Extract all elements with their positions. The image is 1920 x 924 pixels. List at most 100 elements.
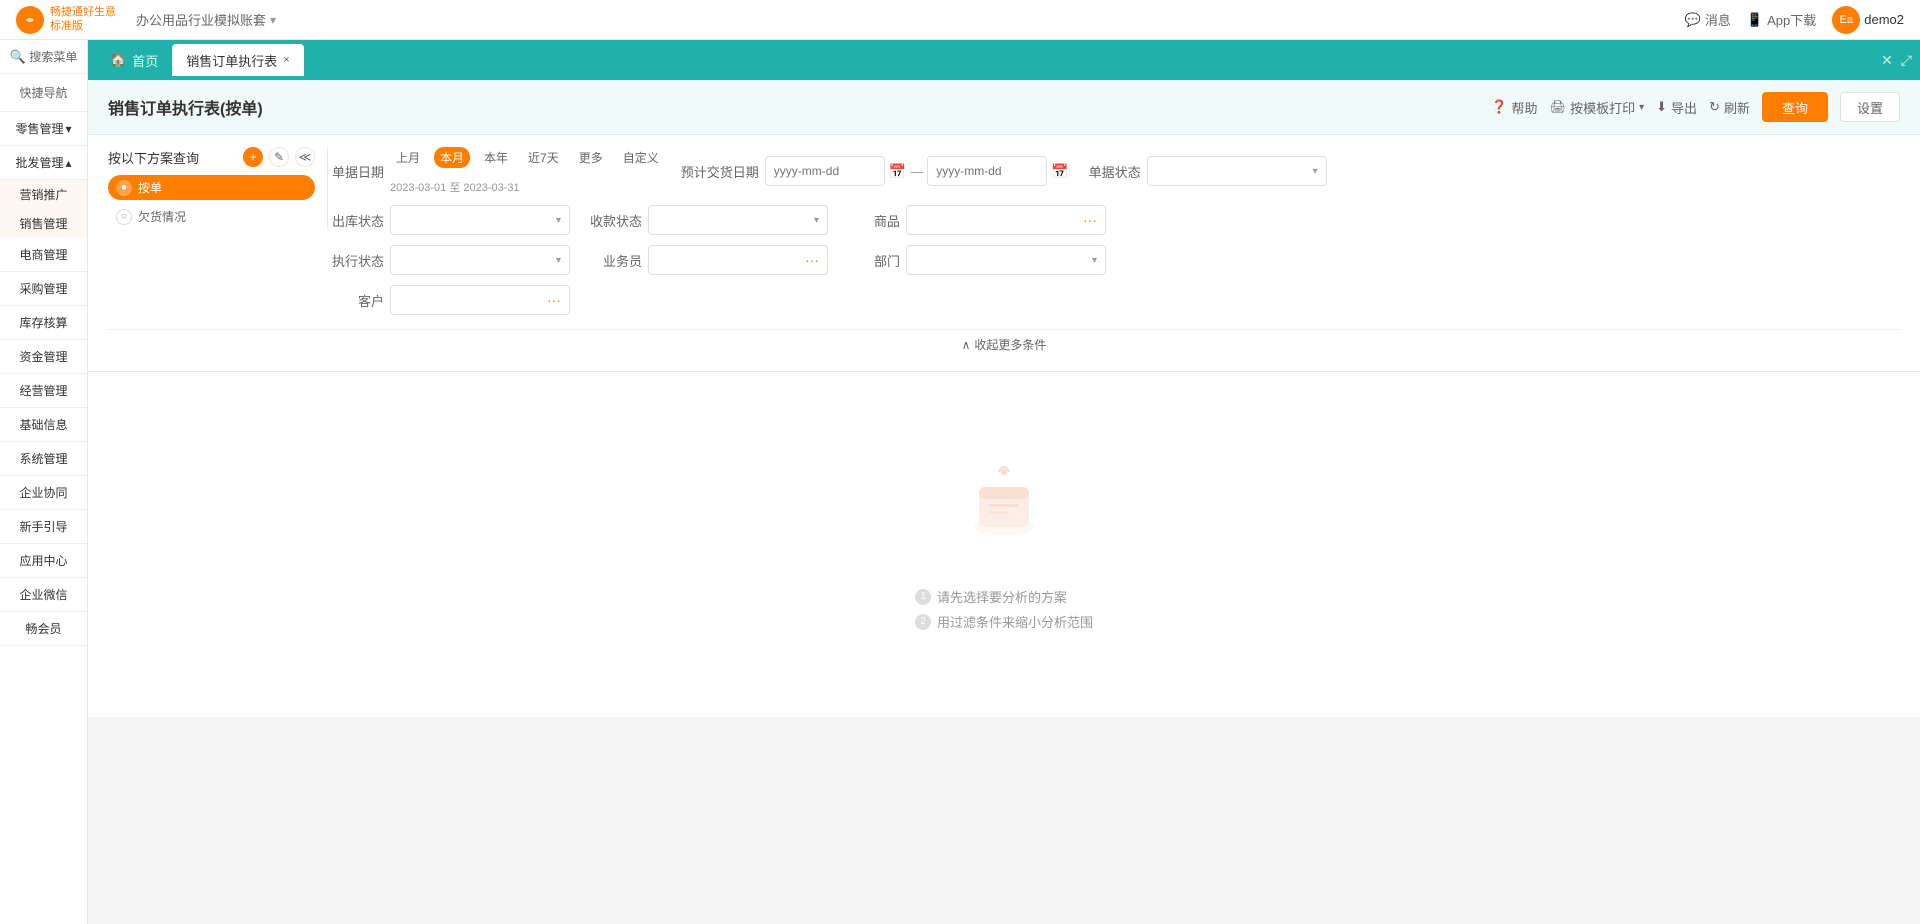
sidebar-sub-item-sales[interactable]: 销售管理 (0, 209, 87, 238)
goods-label: 商品 (844, 211, 900, 230)
sidebar-sub-item-marketing[interactable]: 营销推广 (0, 180, 87, 209)
sidebar-item-finance[interactable]: 资金管理 (0, 340, 87, 374)
predicted-date-start[interactable] (765, 156, 885, 186)
scheme-actions: + ✎ ≪ (243, 147, 315, 167)
order-status-select[interactable]: ▾ (1147, 156, 1327, 186)
sidebar-item-operations[interactable]: 经营管理 (0, 374, 87, 408)
preset-7days[interactable]: 近7天 (522, 147, 565, 168)
settings-button[interactable]: 设置 (1840, 92, 1900, 122)
top-bar: 畅捷通好生意 标准版 办公用品行业模拟账套 ▾ 💬 消息 📱 App下载 Ea … (0, 0, 1920, 40)
customer-label: 客户 (328, 291, 384, 310)
edit-scheme-button[interactable]: ✎ (269, 147, 289, 167)
print-arrow-icon: ▾ (1639, 102, 1644, 113)
date-field: 单据日期 上月 本月 本年 近7天 更多 自定义 (328, 147, 665, 195)
app-download-button[interactable]: 📱 App下载 (1747, 10, 1816, 29)
sidebar-item-member[interactable]: 畅会员 (0, 612, 87, 646)
sidebar-item-basics[interactable]: 基础信息 (0, 408, 87, 442)
calendar-start-icon[interactable]: 📅 (889, 163, 906, 180)
exec-status-select[interactable]: ▾ (390, 245, 570, 275)
delivery-status-field: 出库状态 ▾ (328, 205, 570, 235)
sidebar-item-enterprise[interactable]: 企业协同 (0, 476, 87, 510)
scheme-panel: 按以下方案查询 + ✎ ≪ ● 按单 ○ (108, 147, 328, 229)
main-layout: 🔍 搜索菜单 快捷导航 零售管理 ▾ 批发管理 ▴ 营销推广 销售管理 电商管理… (0, 40, 1920, 924)
dept-select[interactable]: ▾ (906, 245, 1106, 275)
payment-dropdown-icon: ▾ (814, 215, 819, 226)
tab-sales-order[interactable]: 销售订单执行表 × (172, 44, 303, 76)
refresh-icon: ↻ (1709, 99, 1720, 115)
sidebar-item-purchase[interactable]: 采购管理 (0, 272, 87, 306)
salesperson-more-icon[interactable]: ··· (805, 252, 819, 268)
top-bar-left: 畅捷通好生意 标准版 办公用品行业模拟账套 ▾ (16, 6, 276, 34)
tab-bar: 🏠 首页 销售订单执行表 × ✕ ⤢ (88, 40, 1920, 80)
date-presets: 上月 本月 本年 近7天 更多 自定义 (390, 147, 665, 168)
sidebar-item-apps[interactable]: 应用中心 (0, 544, 87, 578)
goods-field: 商品 ··· (844, 205, 1106, 235)
top-bar-right: 💬 消息 📱 App下载 Ea demo2 (1685, 6, 1904, 34)
exec-dropdown-icon: ▾ (556, 255, 561, 266)
sidebar-search-label[interactable]: 搜索菜单 (29, 50, 77, 64)
predicted-date-end[interactable] (927, 156, 1047, 186)
close-window-icon[interactable]: ✕ (1881, 52, 1893, 69)
message-button[interactable]: 💬 消息 (1685, 10, 1731, 29)
empty-tip-1: 1 请先选择要分析的方案 (915, 587, 1093, 606)
maximize-icon[interactable]: ⤢ (1901, 52, 1912, 69)
logo-area: 畅捷通好生意 标准版 (16, 6, 116, 34)
goods-select[interactable]: ··· (906, 205, 1106, 235)
empty-illustration (954, 452, 1054, 571)
print-button[interactable]: 🖨 按模板打印 ▾ (1550, 98, 1645, 117)
help-icon: ❓ (1491, 99, 1507, 115)
tab-home[interactable]: 🏠 首页 (96, 44, 172, 76)
payment-status-field: 收款状态 ▾ (586, 205, 828, 235)
home-icon: 🏠 (110, 52, 126, 68)
collapse-scheme-button[interactable]: ≪ (295, 147, 315, 167)
sidebar-item-wholesale[interactable]: 批发管理 ▴ (0, 146, 87, 180)
sidebar-item-retail[interactable]: 零售管理 ▾ (0, 112, 87, 146)
sidebar-item-system[interactable]: 系统管理 (0, 442, 87, 476)
predicted-date-range: 📅 — 📅 (765, 156, 1069, 186)
filter-row-4: 客户 ··· (328, 285, 1900, 315)
calendar-end-icon[interactable]: 📅 (1051, 163, 1068, 180)
search-icon: 🔍 (10, 49, 26, 64)
delivery-status-select[interactable]: ▾ (390, 205, 570, 235)
preset-this-month[interactable]: 本月 (434, 147, 470, 168)
tab-close-icon[interactable]: × (283, 54, 289, 66)
shortcut-label[interactable]: 快捷导航 (0, 78, 87, 107)
help-button[interactable]: ❓ 帮助 (1491, 98, 1537, 117)
tab-bar-actions: ✕ ⤢ (1881, 52, 1912, 69)
breadcrumb-arrow-icon: ▾ (270, 13, 276, 27)
sidebar-item-ecommerce[interactable]: 电商管理 (0, 238, 87, 272)
scheme-icon: ● (116, 180, 132, 196)
customer-select[interactable]: ··· (390, 285, 570, 315)
preset-custom[interactable]: 自定义 (617, 147, 665, 168)
user-area[interactable]: Ea demo2 (1832, 6, 1904, 34)
page-actions: ❓ 帮助 🖨 按模板打印 ▾ ⬇ 导出 ↻ 刷新 (1491, 92, 1900, 122)
sub-item-shortage[interactable]: ○ 欠货情况 (108, 204, 315, 229)
salesperson-select[interactable]: ··· (648, 245, 828, 275)
sidebar-item-inventory[interactable]: 库存核算 (0, 306, 87, 340)
customer-more-icon[interactable]: ··· (547, 292, 561, 308)
goods-more-icon[interactable]: ··· (1083, 212, 1097, 228)
preset-this-year[interactable]: 本年 (478, 147, 514, 168)
date-label: 单据日期 (328, 162, 384, 181)
dept-field: 部门 ▾ (844, 245, 1106, 275)
empty-state: 1 请先选择要分析的方案 2 用过滤条件来缩小分析范围 (88, 372, 1920, 717)
sidebar-item-wechat[interactable]: 企业微信 (0, 578, 87, 612)
sidebar-item-guide[interactable]: 新手引导 (0, 510, 87, 544)
exec-status-label: 执行状态 (328, 251, 384, 270)
preset-last-month[interactable]: 上月 (390, 147, 426, 168)
add-scheme-button[interactable]: + (243, 147, 263, 167)
refresh-button[interactable]: ↻ 刷新 (1709, 98, 1750, 117)
sidebar-shortcut[interactable]: 快捷导航 (0, 74, 87, 112)
predicted-date-field: 预计交货日期 📅 — 📅 (681, 156, 1069, 186)
collapse-button[interactable]: ∧ 收起更多条件 (962, 336, 1047, 353)
query-button[interactable]: 查询 (1762, 92, 1828, 122)
delivery-status-label: 出库状态 (328, 211, 384, 230)
preset-more[interactable]: 更多 (573, 147, 609, 168)
filter-main-row: 按以下方案查询 + ✎ ≪ ● 按单 ○ (108, 147, 1900, 325)
sidebar-search[interactable]: 🔍 搜索菜单 (0, 40, 87, 74)
scheme-item-active[interactable]: ● 按单 (108, 175, 315, 200)
breadcrumb[interactable]: 办公用品行业模拟账套 ▾ (136, 10, 276, 29)
payment-status-select[interactable]: ▾ (648, 205, 828, 235)
export-button[interactable]: ⬇ 导出 (1656, 98, 1697, 117)
sub-item-icon: ○ (116, 209, 132, 225)
